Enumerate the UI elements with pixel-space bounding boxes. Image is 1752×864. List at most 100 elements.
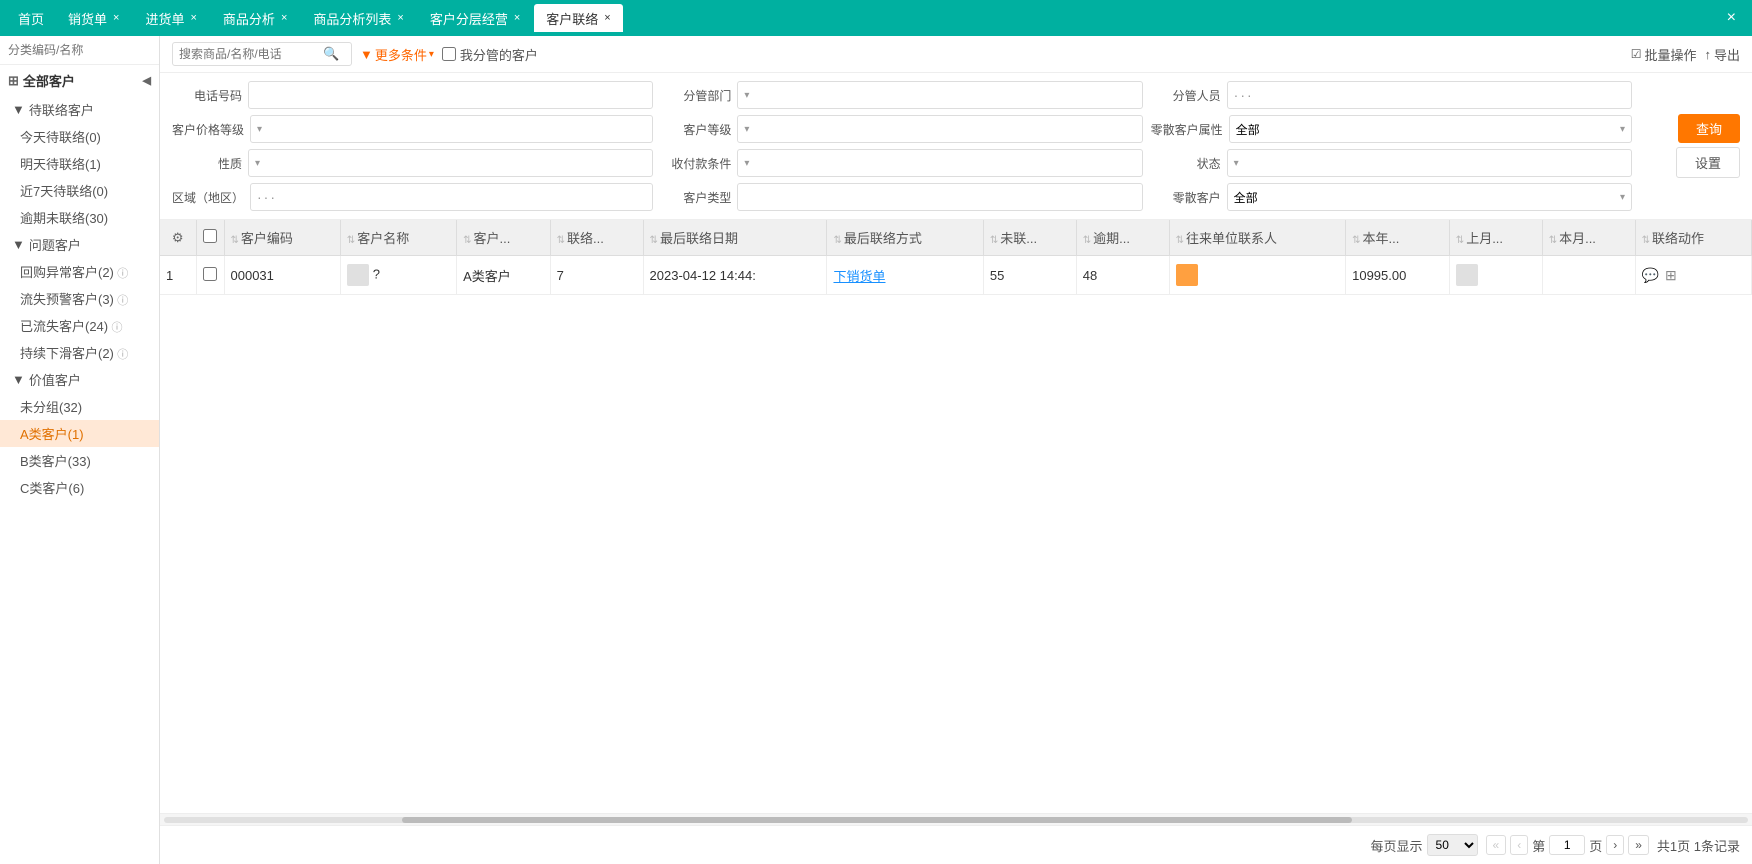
table-cell-0-7[interactable]: 下销货单 (827, 256, 983, 295)
col-header-11[interactable]: ⇅本年... (1346, 220, 1450, 256)
my-customers-check[interactable] (442, 47, 456, 61)
sidebar-search-input[interactable] (8, 43, 160, 57)
filter-select-3-2[interactable]: 全部▾ (1227, 183, 1632, 211)
select-all-checkbox[interactable] (203, 229, 217, 243)
filter-select-1-0[interactable]: ▾ (250, 115, 653, 143)
col-header-9[interactable]: ⇅逾期... (1076, 220, 1169, 256)
filter-select-1-1[interactable]: ▾ (737, 115, 1142, 143)
group-arrow-0: ▼ (12, 102, 25, 117)
row-checkbox-0[interactable] (203, 267, 217, 281)
col-header-4[interactable]: ⇅客户... (457, 220, 551, 256)
sidebar-item-2-3[interactable]: C类客户(6) (0, 474, 159, 501)
col-header-0[interactable]: ⚙ (160, 220, 196, 256)
close-tab-customer-contact[interactable]: × (604, 12, 610, 24)
page-number-input[interactable] (1549, 835, 1585, 855)
col-header-2[interactable]: ⇅客户编码 (224, 220, 340, 256)
filter-dots-0-2[interactable]: ··· (1227, 81, 1632, 109)
close-tab-customer-layer[interactable]: × (514, 12, 520, 24)
sidebar-item-0-2[interactable]: 近7天待联络(0) (0, 177, 159, 204)
qr-icon-0[interactable]: ⊞ (1665, 267, 1677, 284)
nav-tab-customer-layer[interactable]: 客户分层经营 × (418, 4, 532, 32)
close-tab-sales[interactable]: × (113, 12, 119, 24)
nav-tab-home[interactable]: 首页 (8, 4, 54, 32)
chat-icon-0[interactable]: 💬 (1642, 267, 1659, 284)
sidebar-item-1-1[interactable]: 流失预警客户(3) ⓘ (0, 285, 159, 312)
page-size-dropdown[interactable]: 50 100 200 (1427, 834, 1478, 856)
filter-select-2-1[interactable]: ▾ (737, 149, 1142, 177)
sidebar-group-2[interactable]: ▼价值客户 (0, 366, 159, 393)
close-all-button[interactable]: × (1719, 9, 1744, 27)
col-header-1[interactable] (196, 220, 224, 256)
col-header-8[interactable]: ⇅未联... (983, 220, 1076, 256)
filter-input-3-1[interactable] (737, 183, 1142, 211)
col-header-7[interactable]: ⇅最后联络方式 (827, 220, 983, 256)
filter-dots-3-0[interactable]: ··· (250, 183, 653, 211)
batch-op-button[interactable]: ☑ 批量操作 (1631, 45, 1697, 64)
nav-tab-sales[interactable]: 销货单× (56, 4, 131, 32)
scrollbar-thumb[interactable] (402, 817, 1352, 823)
sidebar-group-0[interactable]: ▼待联络客户 (0, 96, 159, 123)
horizontal-scrollbar[interactable] (160, 813, 1752, 825)
filter-item-2-0: 性质▾ (172, 149, 653, 177)
close-tab-purchase[interactable]: × (190, 12, 196, 24)
col-header-14[interactable]: ⇅联络动作 (1635, 220, 1751, 256)
gear-icon[interactable]: ⚙ (172, 230, 184, 245)
all-customers-header[interactable]: ⊞ 全部客户 ◀ (0, 65, 159, 96)
last-page-button[interactable]: » (1628, 835, 1649, 855)
filter-label-3-1: 客户类型 (661, 189, 731, 206)
col-header-13[interactable]: ⇅本月... (1542, 220, 1635, 256)
close-tab-goods-list[interactable]: × (397, 12, 403, 24)
nav-tab-goods-analysis[interactable]: 商品分析× (211, 4, 299, 32)
col-label-2: 客户编码 (241, 231, 293, 246)
col-header-12[interactable]: ⇅上月... (1449, 220, 1542, 256)
sidebar-item-2-0[interactable]: 未分组(32) (0, 393, 159, 420)
filter-select-2-0[interactable]: ▾ (248, 149, 653, 177)
close-tab-goods-analysis[interactable]: × (281, 12, 287, 24)
prev-page-button[interactable]: ‹ (1510, 835, 1528, 855)
sidebar-item-0-0[interactable]: 今天待联络(0) (0, 123, 159, 150)
nav-tab-customer-contact[interactable]: 客户联络× (534, 4, 622, 32)
first-page-button[interactable]: « (1486, 835, 1507, 855)
sidebar-item-label-0-1: 明天待联络(1) (20, 157, 101, 172)
nav-tab-goods-list[interactable]: 商品分析列表× (301, 4, 415, 32)
nav-tab-purchase[interactable]: 进货单× (133, 4, 208, 32)
sidebar-item-0-1[interactable]: 明天待联络(1) (0, 150, 159, 177)
search-box[interactable]: 🔍 (172, 42, 352, 66)
sidebar-group-1[interactable]: ▼问题客户 (0, 231, 159, 258)
contact-method-link-0[interactable]: 下销货单 (833, 269, 885, 284)
tab-label-customer-layer: 客户分层经营 (430, 9, 508, 28)
col-label-12: 上月... (1466, 231, 1503, 246)
sidebar-item-1-0[interactable]: 回购异常客户(2) ⓘ (0, 258, 159, 285)
filter-select-1-2[interactable]: 全部▾ (1229, 115, 1632, 143)
col-sort-3: ⇅ (347, 235, 355, 246)
filter-label-1-2: 零散客户属性 (1151, 121, 1223, 138)
query-button[interactable]: 查询 (1678, 114, 1740, 143)
filter-select-2-2[interactable]: ▾ (1227, 149, 1632, 177)
table-cell-0-1[interactable] (196, 256, 224, 295)
col-header-10[interactable]: ⇅往来单位联系人 (1169, 220, 1345, 256)
sidebar-groups: ▼待联络客户今天待联络(0) 明天待联络(1) 近7天待联络(0)逾期未联络(30)… (0, 96, 159, 501)
more-filters-button[interactable]: ▼ 更多条件 ▾ (360, 45, 434, 64)
page-end-label: 页 (1589, 836, 1602, 855)
table-cell-0-11: 10995.00 (1346, 256, 1450, 295)
settings-button[interactable]: 设置 (1676, 147, 1740, 178)
filter-select-0-1[interactable]: ▾ (737, 81, 1142, 109)
table-cell-0-14[interactable]: 💬 ⊞ (1635, 256, 1751, 295)
sidebar-item-1-2[interactable]: 已流失客户(24) ⓘ (0, 312, 159, 339)
sidebar-item-2-2[interactable]: B类客户(33) (0, 447, 159, 474)
sidebar-item-label-1-1: 流失预警客户(3) (20, 292, 114, 307)
sidebar-item-1-3[interactable]: 持续下滑客户(2) ⓘ (0, 339, 159, 366)
sidebar-item-label-0-0: 今天待联络(0) (20, 130, 101, 145)
col-header-6[interactable]: ⇅最后联络日期 (643, 220, 827, 256)
sidebar-item-0-3[interactable]: 逾期未联络(30) (0, 204, 159, 231)
filter-input-0-0[interactable] (248, 81, 653, 109)
search-icon[interactable]: 🔍 (323, 46, 339, 62)
col-header-3[interactable]: ⇅客户名称 (340, 220, 456, 256)
next-page-button[interactable]: › (1606, 835, 1624, 855)
col-header-5[interactable]: ⇅联络... (550, 220, 643, 256)
export-button[interactable]: ↑ 导出 (1704, 45, 1740, 64)
search-input[interactable] (179, 47, 319, 61)
filter-label-0-2: 分管人员 (1151, 87, 1221, 104)
my-customers-checkbox[interactable]: 我分管的客户 (442, 45, 538, 64)
sidebar-item-2-1[interactable]: A类客户(1) (0, 420, 159, 447)
